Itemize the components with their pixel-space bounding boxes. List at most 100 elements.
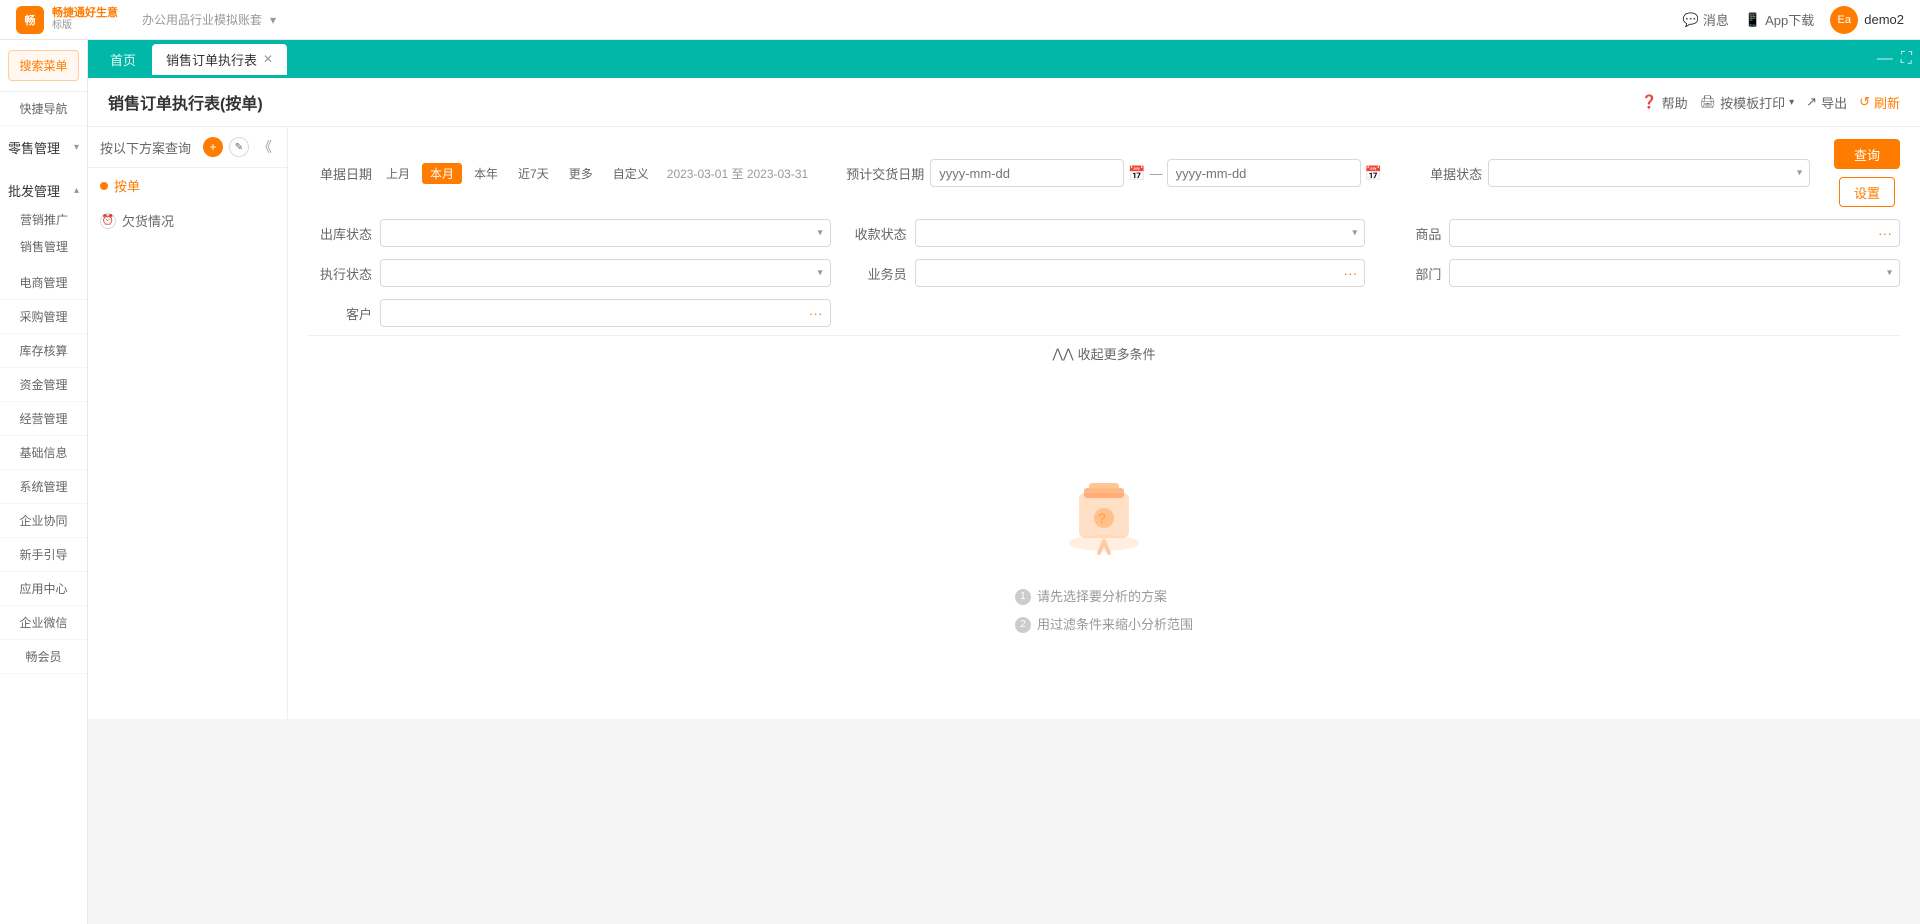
date-separator: — [1150,166,1163,181]
salesman-control: ··· [915,259,1366,287]
collapse-panel-button[interactable]: 《 [255,137,275,157]
sidebar-item-purchase[interactable]: 采购管理 [0,300,87,334]
filter-row-3: 执行状态 ▾ 业务员 ··· [308,259,1900,287]
out-status-select[interactable] [380,219,831,247]
app-download-button[interactable]: 📱 App下载 [1745,10,1814,29]
tip-num-2: 2 [1015,617,1031,633]
sidebar-item-appstore[interactable]: 应用中心 [0,572,87,606]
date-tab-custom[interactable]: 自定义 [605,163,657,184]
sidebar-item-member[interactable]: 畅会员 [0,640,87,674]
filter-area: 单据日期 上月 本月 本年 近7天 更多 自定义 2023-03-01 至 20… [288,127,1920,383]
tab-bar-actions: — ⛶ [1877,50,1912,68]
active-plan-dot [100,182,108,190]
sidebar-item-finance[interactable]: 资金管理 [0,368,87,402]
sidebar-search-section: 搜索菜单 [0,40,87,92]
goods-input[interactable] [1449,219,1900,247]
message-button[interactable]: 💬 消息 [1683,10,1729,29]
filter-date-section: 单据日期 上月 本月 本年 近7天 更多 自定义 2023-03-01 至 20… [308,163,808,184]
message-icon: 💬 [1683,12,1699,28]
date-tab-7days[interactable]: 近7天 [510,163,557,184]
sidebar-item-newuser[interactable]: 新手引导 [0,538,87,572]
page-actions: ❓ 帮助 🖨 按模板打印 ▾ ↗ 导出 ↺ 刷新 [1641,93,1900,112]
sidebar-item-basic[interactable]: 基础信息 [0,436,87,470]
collect-status-control: ▾ [915,219,1366,247]
add-plan-button[interactable]: + [203,137,223,157]
template-print-button[interactable]: 🖨 按模板打印 ▾ [1700,93,1795,112]
top-bar: 畅 畅捷通好生意 标版 办公用品行业模拟账套 ▾ 💬 消息 📱 App下载 Ea… [0,0,1920,40]
dept-control: ▾ [1449,259,1900,287]
query-button[interactable]: 查询 [1834,139,1900,169]
date-tab-more[interactable]: 更多 [561,163,601,184]
sidebar-item-wholesale[interactable]: 批发管理 ▴ [8,175,79,206]
search-menu-button[interactable]: 搜索菜单 [8,50,79,81]
tab-minimize-icon[interactable]: — [1877,50,1893,68]
doc-status-label: 单据状态 [1418,164,1482,183]
date-tab-this-month[interactable]: 本月 [422,163,462,184]
help-icon: ❓ [1641,94,1657,110]
collapse-up-icon: ⋀⋀ [1052,346,1073,362]
top-bar-right: 💬 消息 📱 App下载 Ea demo2 [1683,6,1904,34]
expected-date-end-input[interactable] [1167,159,1361,187]
refresh-button[interactable]: ↺ 刷新 [1859,93,1900,112]
sidebar-item-quick-nav[interactable]: 快捷导航 [0,92,87,126]
customer-label: 客户 [308,304,372,323]
sidebar-item-ecommerce[interactable]: 电商管理 [0,266,87,300]
edit-plan-button[interactable]: ✎ [229,137,249,157]
filter-dept: 部门 ▾ [1377,259,1900,287]
sidebar-item-inventory[interactable]: 库存核算 [0,334,87,368]
collect-status-select[interactable] [915,219,1366,247]
tab-close-icon[interactable]: ✕ [263,52,273,66]
collapse-button[interactable]: ⋀⋀ 收起更多条件 [1052,344,1155,363]
sidebar-item-enterprise[interactable]: 企业协同 [0,504,87,538]
sidebar-item-wechat[interactable]: 企业微信 [0,606,87,640]
expected-date-start-input[interactable] [930,159,1124,187]
sidebar: 搜索菜单 快捷导航 零售管理 ▾ 批发管理 ▴ 营销推广 销售管理 电商管理 采… [0,40,88,924]
app-download-icon: 📱 [1745,12,1761,28]
exec-status-select[interactable] [380,259,831,287]
date-label: 单据日期 [308,164,372,183]
filter-row-2: 出库状态 ▾ 收款状态 ▾ [308,219,1900,247]
tab-sales-exec[interactable]: 销售订单执行表 ✕ [152,44,287,75]
query-buttons: 查询 设置 [1834,139,1900,207]
tab-home[interactable]: 首页 [96,44,150,75]
print-icon: 🖨 [1700,94,1717,110]
sidebar-sub-item-marketing[interactable]: 营销推广 [8,206,79,233]
tab-maximize-icon[interactable]: ⛶ [1901,50,1912,68]
workspace-arrow[interactable]: ▾ [270,13,276,27]
calendar-end-icon[interactable]: 📅 [1365,165,1382,182]
tab-bar: 首页 销售订单执行表 ✕ — ⛶ [88,40,1920,78]
customer-more-icon[interactable]: ··· [809,305,823,321]
empty-illustration: ? [1054,463,1154,563]
left-panel-title: 按以下方案查询 [100,138,191,157]
logo-icon: 畅 [16,6,44,34]
salesman-more-icon[interactable]: ··· [1343,265,1357,281]
edit-icon: ✎ [235,142,243,153]
goods-more-icon[interactable]: ··· [1878,225,1892,241]
plan-item-by-order[interactable]: 按单 [88,168,287,203]
doc-status-select[interactable] [1488,159,1810,187]
brand-subtitle: 标版 [52,20,118,32]
out-status-control: ▾ [380,219,831,247]
content-area: 按以下方案查询 + ✎ 《 按单 [88,127,1920,719]
expected-date-label: 预计交货日期 [844,164,924,183]
salesman-input[interactable] [915,259,1366,287]
sidebar-item-retail[interactable]: 零售管理 ▾ [8,132,79,163]
date-tab-this-year[interactable]: 本年 [466,163,506,184]
export-button[interactable]: ↗ 导出 [1806,93,1847,112]
filter-row-1: 单据日期 上月 本月 本年 近7天 更多 自定义 2023-03-01 至 20… [308,139,1900,207]
date-tab-last-month[interactable]: 上月 [378,163,418,184]
customer-input[interactable] [380,299,831,327]
left-panel: 按以下方案查询 + ✎ 《 按单 [88,127,288,719]
retail-arrow: ▾ [74,142,79,153]
calendar-start-icon[interactable]: 📅 [1128,165,1145,182]
sidebar-item-system[interactable]: 系统管理 [0,470,87,504]
sidebar-item-operations[interactable]: 经营管理 [0,402,87,436]
empty-state: ? 1 请先选择要分析的方案 2 [288,383,1920,719]
help-button[interactable]: ❓ 帮助 [1641,93,1687,112]
goods-label: 商品 [1377,224,1441,243]
plan-item-backorder[interactable]: ⏰ 欠货情况 [88,203,287,238]
settings-button[interactable]: 设置 [1839,177,1895,207]
print-arrow-icon: ▾ [1789,97,1794,108]
dept-select[interactable] [1449,259,1900,287]
sidebar-sub-item-sales[interactable]: 销售管理 [8,233,79,260]
